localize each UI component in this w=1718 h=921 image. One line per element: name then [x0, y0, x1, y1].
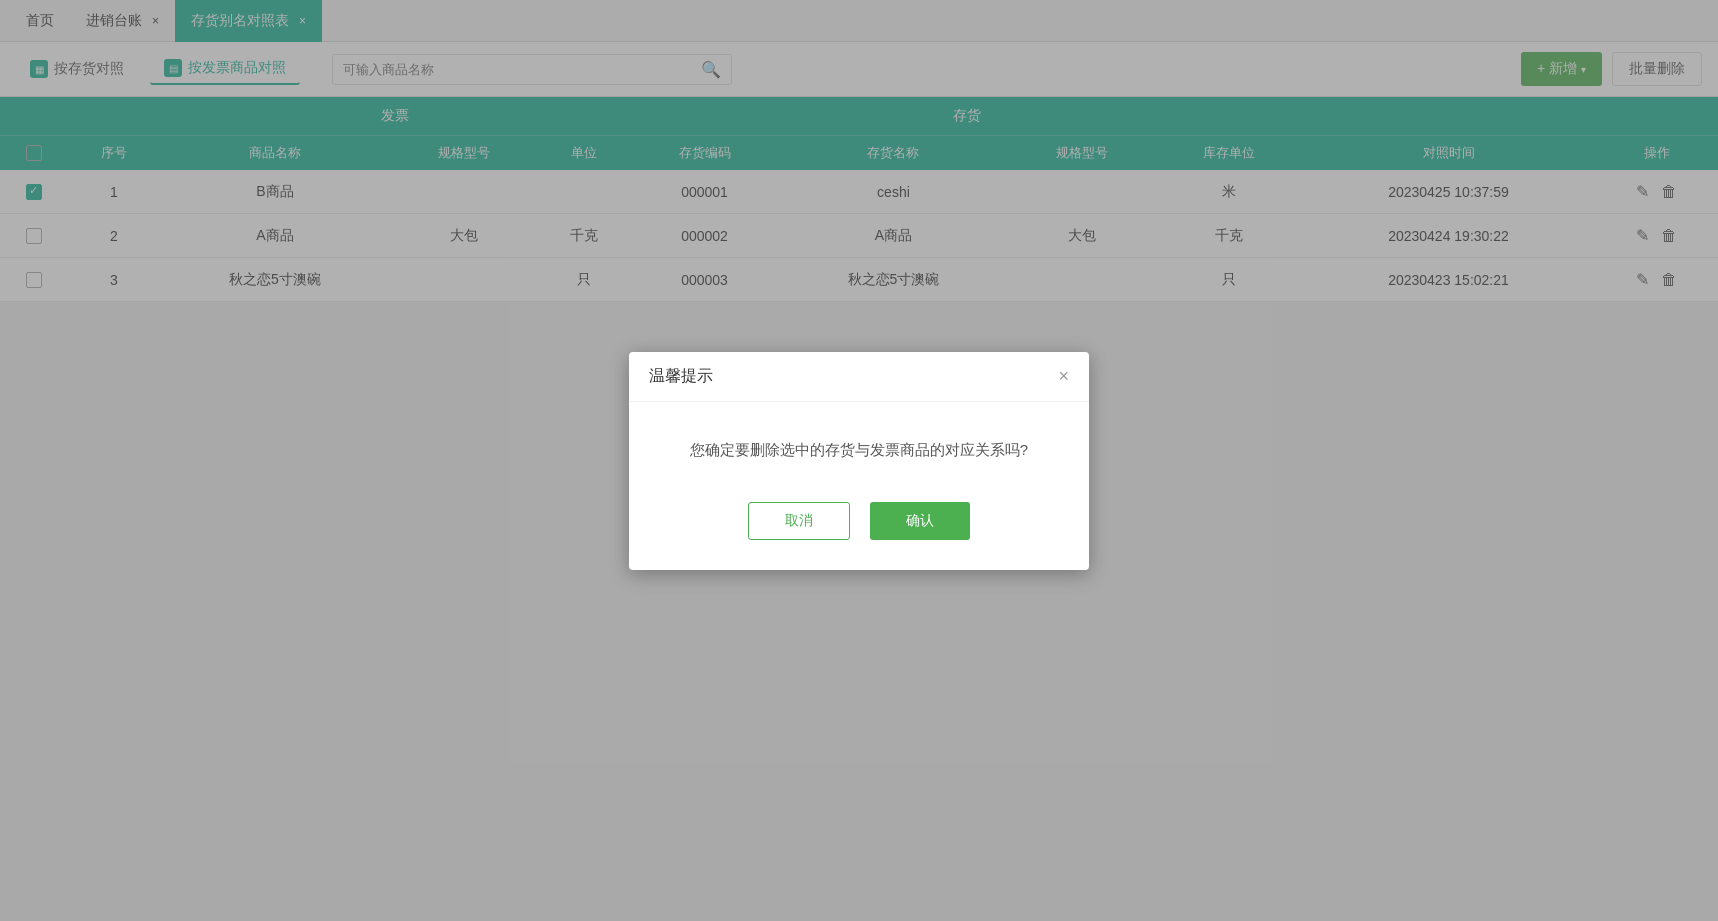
dialog-title: 温馨提示 [649, 366, 713, 387]
dialog-footer: 取消 确认 [629, 492, 1089, 570]
dialog-body: 您确定要删除选中的存货与发票商品的对应关系吗? [629, 402, 1089, 492]
cancel-button[interactable]: 取消 [748, 502, 850, 540]
modal-overlay: 温馨提示 × 您确定要删除选中的存货与发票商品的对应关系吗? 取消 确认 [0, 0, 1718, 921]
confirm-button[interactable]: 确认 [870, 502, 970, 540]
dialog-close-button[interactable]: × [1058, 367, 1069, 385]
confirm-dialog: 温馨提示 × 您确定要删除选中的存货与发票商品的对应关系吗? 取消 确认 [629, 352, 1089, 570]
dialog-header: 温馨提示 × [629, 352, 1089, 402]
